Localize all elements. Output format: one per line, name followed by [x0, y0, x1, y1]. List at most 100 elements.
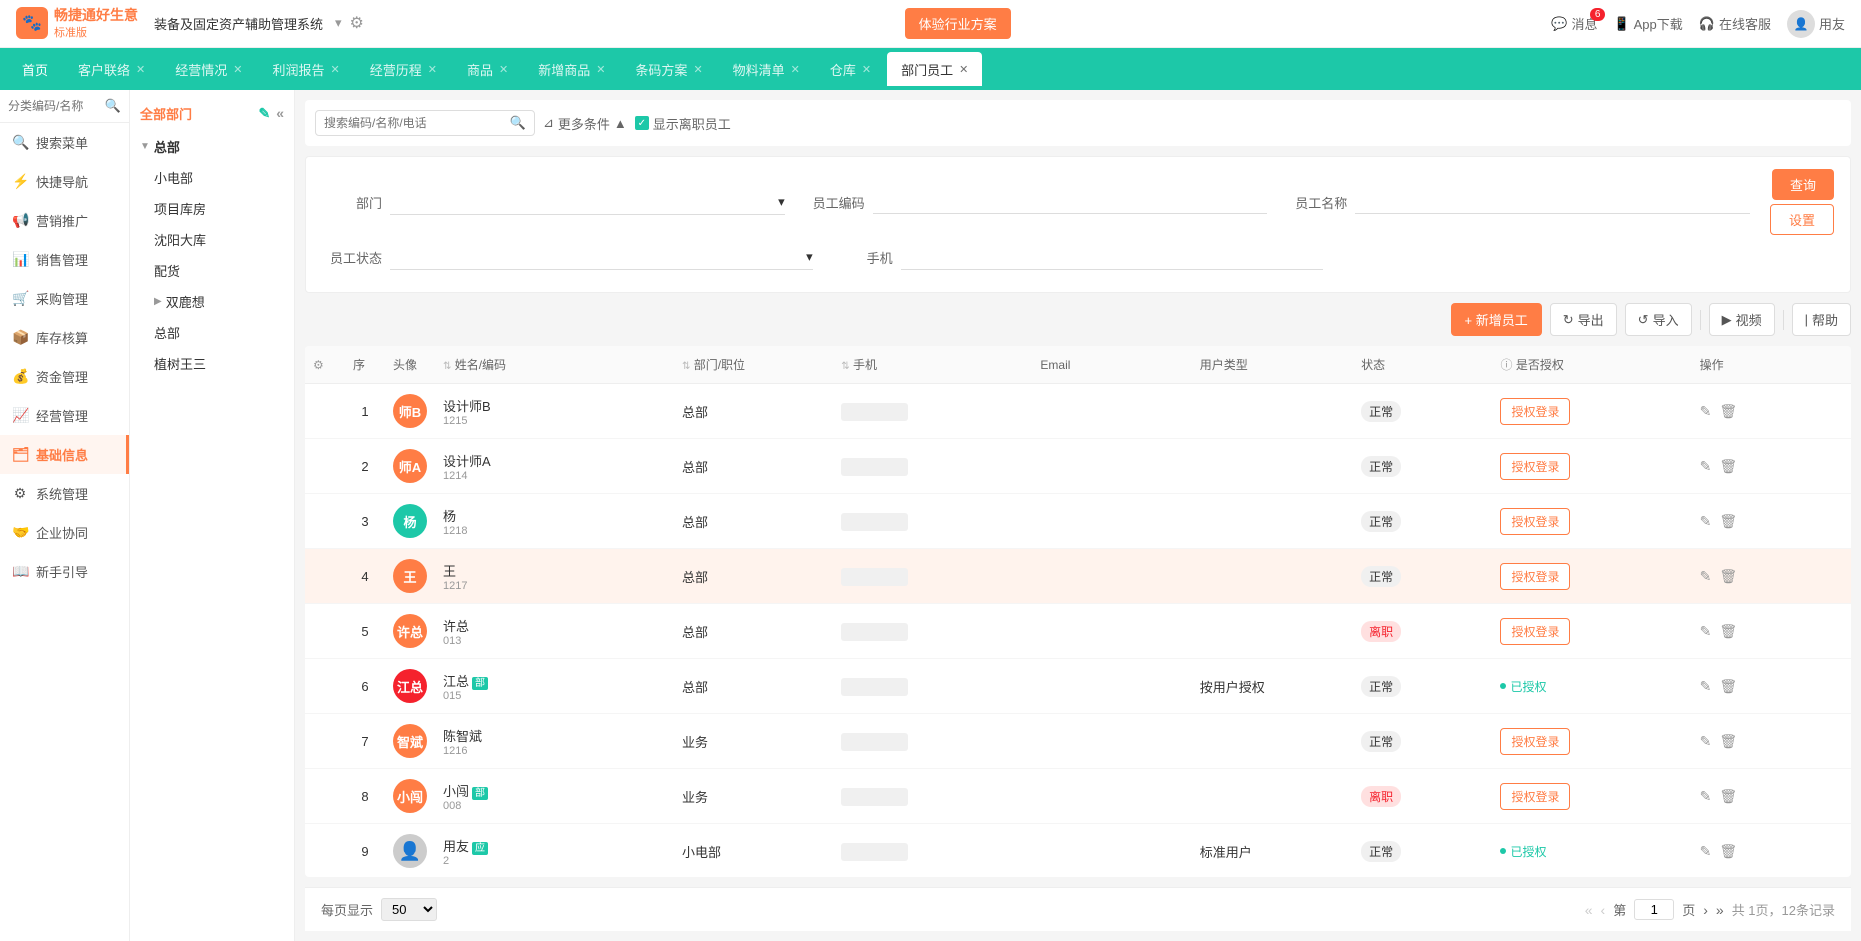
name-sort-icon[interactable]: ⇅ — [443, 361, 451, 372]
dept-tree-item-sl[interactable]: ▶ 双鹿想 — [130, 286, 294, 317]
sidebar-item-search[interactable]: 🔍 搜索菜单 — [0, 123, 129, 162]
tab-bom[interactable]: 物料清单 ✕ — [719, 52, 814, 86]
tab-new-goods[interactable]: 新增商品 ✕ — [524, 52, 619, 86]
close-icon[interactable]: ✕ — [499, 63, 508, 76]
edit-icon[interactable]: ✎ — [1700, 513, 1712, 530]
page-size-select[interactable]: 50 10 20 100 — [381, 898, 437, 921]
phone-sort-icon[interactable]: ⇅ — [841, 361, 849, 372]
user-info[interactable]: 👤 用友 — [1787, 10, 1845, 38]
edit-icon[interactable]: ✎ — [1700, 458, 1712, 475]
tab-history[interactable]: 经营历程 ✕ — [356, 52, 451, 86]
empname-input[interactable] — [1355, 190, 1750, 214]
delete-icon[interactable]: 🗑 — [1719, 788, 1737, 805]
status-select[interactable]: ▾ — [390, 245, 813, 270]
view-button[interactable]: ▶ 视频 — [1709, 303, 1775, 336]
first-page-btn[interactable]: « — [1585, 902, 1593, 918]
dept-tree-item-sy[interactable]: 沈阳大库 — [130, 224, 294, 255]
export-button[interactable]: ↻ 导出 — [1550, 303, 1617, 336]
prev-page-btn[interactable]: ‹ — [1601, 902, 1606, 918]
dept-tree-item-zs[interactable]: 植树王三 — [130, 348, 294, 379]
more-conditions-btn[interactable]: ⊿ 更多条件 ▲ — [543, 114, 627, 133]
close-icon[interactable]: ✕ — [596, 63, 605, 76]
sidebar-item-operations[interactable]: 📈 经营管理 — [0, 396, 129, 435]
tab-goods[interactable]: 商品 ✕ — [453, 52, 522, 86]
delete-icon[interactable]: 🗑 — [1719, 733, 1737, 750]
edit-icon[interactable]: ✎ — [1700, 733, 1712, 750]
edit-icon[interactable]: ✎ — [258, 105, 270, 122]
app-download[interactable]: 📱 App下载 — [1613, 14, 1682, 33]
search-input[interactable] — [324, 116, 504, 130]
settings-icon[interactable]: ⚙ — [313, 358, 324, 372]
close-icon[interactable]: ✕ — [233, 63, 242, 76]
dropdown-arrow-icon[interactable]: ▾ — [335, 15, 342, 31]
tab-dept-staff[interactable]: 部门员工 ✕ — [887, 52, 982, 86]
tab-barcode[interactable]: 条码方案 ✕ — [621, 52, 716, 86]
tab-home[interactable]: 首页 — [8, 52, 62, 86]
phone-input[interactable] — [901, 246, 1324, 270]
delete-icon[interactable]: 🗑 — [1719, 513, 1737, 530]
auth-button[interactable]: 授权登录 — [1500, 783, 1570, 810]
sidebar-search-input[interactable] — [8, 99, 99, 113]
tab-operations[interactable]: 经营情况 ✕ — [161, 52, 256, 86]
sidebar-item-quicknav[interactable]: ⚡ 快捷导航 — [0, 162, 129, 201]
auth-button[interactable]: 授权登录 — [1500, 563, 1570, 590]
close-icon[interactable]: ✕ — [959, 63, 968, 76]
page-number-input[interactable] — [1634, 899, 1674, 920]
next-page-btn[interactable]: › — [1703, 902, 1708, 918]
close-icon[interactable]: ✕ — [693, 63, 702, 76]
edit-icon[interactable]: ✎ — [1700, 843, 1712, 860]
sidebar-item-basic[interactable]: 🗂 基础信息 — [0, 435, 129, 474]
dept-select[interactable]: ▾ — [390, 190, 785, 215]
tab-customer[interactable]: 客户联络 ✕ — [64, 52, 159, 86]
close-icon[interactable]: ✕ — [791, 63, 800, 76]
dept-tree-item-zb[interactable]: 总部 — [130, 317, 294, 348]
delete-icon[interactable]: 🗑 — [1719, 623, 1737, 640]
edit-icon[interactable]: ✎ — [1700, 788, 1712, 805]
auth-button[interactable]: 授权登录 — [1500, 398, 1570, 425]
edit-icon[interactable]: ✎ — [1700, 403, 1712, 420]
sidebar-item-inventory[interactable]: 📦 库存核算 — [0, 318, 129, 357]
delete-icon[interactable]: 🗑 — [1719, 403, 1737, 420]
edit-icon[interactable]: ✎ — [1700, 623, 1712, 640]
dept-sort-icon[interactable]: ⇅ — [682, 361, 690, 372]
sidebar-item-collab[interactable]: 🤝 企业协同 — [0, 513, 129, 552]
sidebar-item-system[interactable]: ⚙ 系统管理 — [0, 474, 129, 513]
sidebar-item-sales[interactable]: 📊 销售管理 — [0, 240, 129, 279]
edit-icon[interactable]: ✎ — [1700, 568, 1712, 585]
auth-button[interactable]: 授权登录 — [1500, 728, 1570, 755]
search-icon[interactable]: 🔍 — [510, 115, 526, 131]
edit-icon[interactable]: ✎ — [1700, 678, 1712, 695]
online-support[interactable]: 🎧 在线客服 — [1699, 14, 1771, 33]
dept-tree-item-ph[interactable]: 配货 — [130, 255, 294, 286]
sidebar-item-marketing[interactable]: 📢 营销推广 — [0, 201, 129, 240]
last-page-btn[interactable]: » — [1716, 902, 1724, 918]
close-icon[interactable]: ✕ — [428, 63, 437, 76]
delete-icon[interactable]: 🗑 — [1719, 458, 1737, 475]
close-icon[interactable]: ✕ — [862, 63, 871, 76]
more-button[interactable]: | 帮助 — [1792, 303, 1851, 336]
sidebar-item-guide[interactable]: 📖 新手引导 — [0, 552, 129, 591]
show-resigned-checkbox[interactable]: ✓ — [635, 116, 649, 130]
import-button[interactable]: ↺ 导入 — [1625, 303, 1692, 336]
search-button[interactable]: 查询 — [1772, 169, 1834, 200]
empcode-input[interactable] — [873, 190, 1268, 214]
tab-warehouse[interactable]: 仓库 ✕ — [816, 52, 885, 86]
close-icon[interactable]: ✕ — [136, 63, 145, 76]
close-icon[interactable]: ✕ — [331, 63, 340, 76]
auth-button[interactable]: 授权登录 — [1500, 453, 1570, 480]
sidebar-item-finance[interactable]: 💰 资金管理 — [0, 357, 129, 396]
delete-icon[interactable]: 🗑 — [1719, 678, 1737, 695]
notification-area[interactable]: 💬 消息 6 — [1551, 14, 1597, 33]
add-employee-button[interactable]: + 新增员工 — [1451, 303, 1542, 336]
delete-icon[interactable]: 🗑 — [1719, 843, 1737, 860]
dept-tree-group-head[interactable]: ▼ 总部 — [130, 131, 294, 162]
tab-profit[interactable]: 利润报告 ✕ — [258, 52, 353, 86]
delete-icon[interactable]: 🗑 — [1719, 568, 1737, 585]
sidebar-item-purchase[interactable]: 🛒 采购管理 — [0, 279, 129, 318]
experience-button[interactable]: 体验行业方案 — [905, 8, 1011, 39]
dept-tree-item-proj[interactable]: 项目库房 — [130, 193, 294, 224]
collapse-icon[interactable]: « — [276, 105, 284, 122]
settings-button[interactable]: 设置 — [1770, 204, 1834, 235]
auth-button[interactable]: 授权登录 — [1500, 508, 1570, 535]
auth-button[interactable]: 授权登录 — [1500, 618, 1570, 645]
